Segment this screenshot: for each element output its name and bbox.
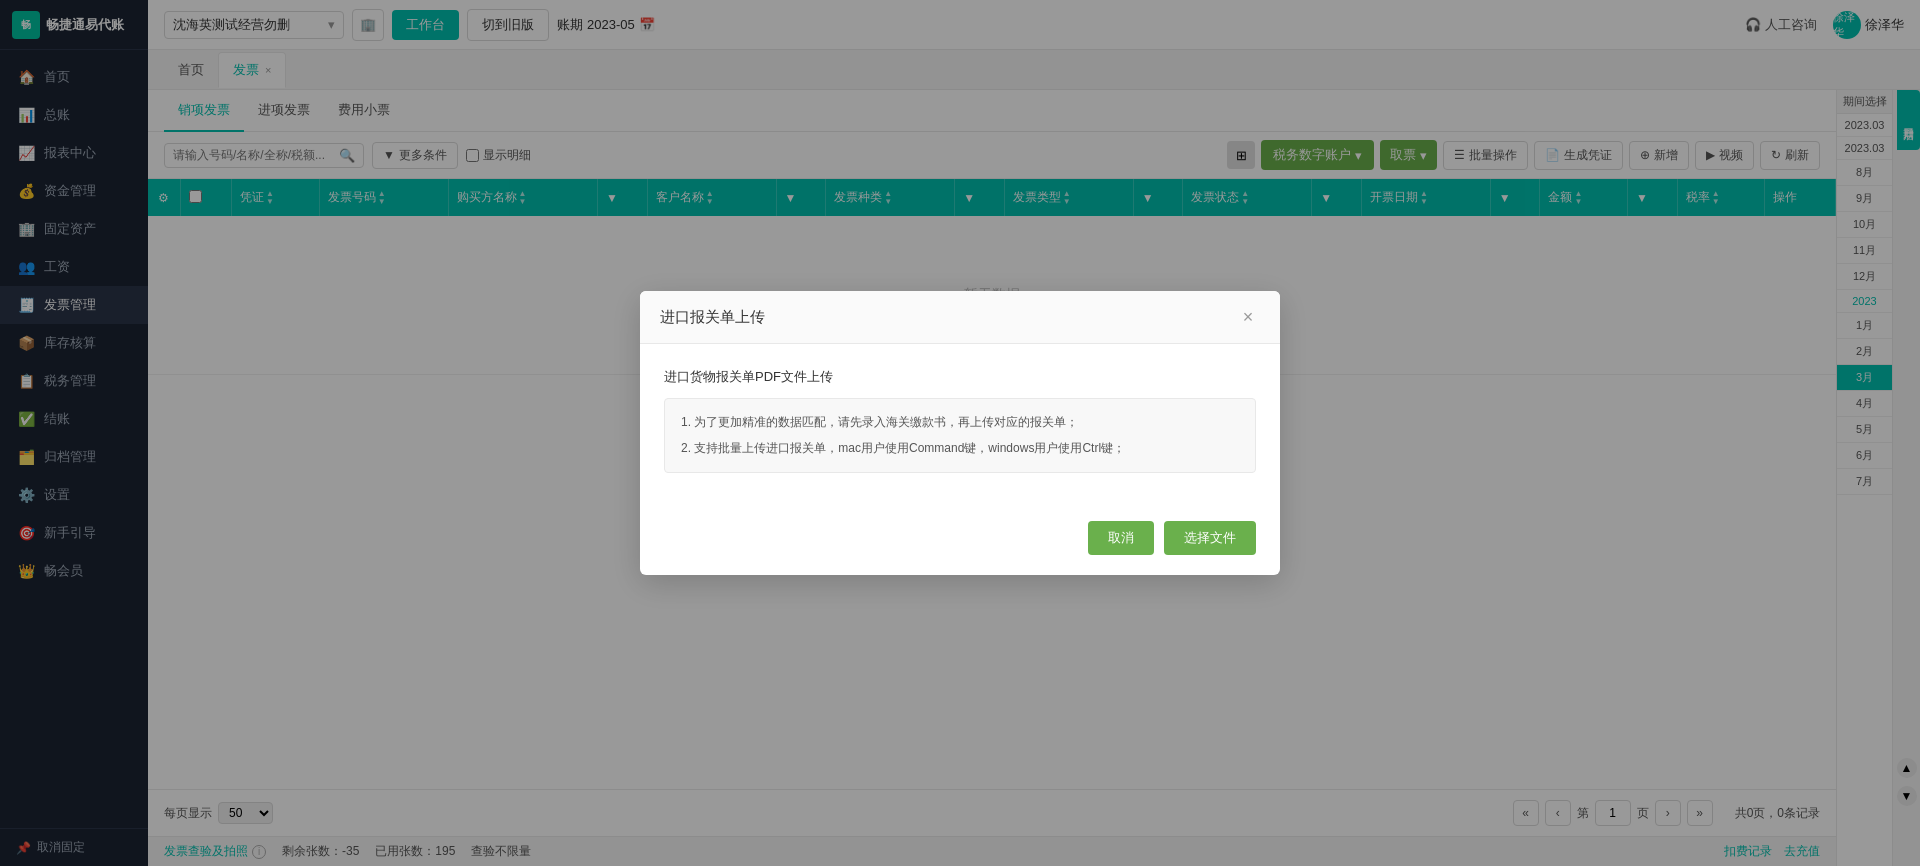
modal-overlay[interactable]: 进口报关单上传 × 进口货物报关单PDF文件上传 1. 为了更加精准的数据匹配，…: [0, 0, 1920, 866]
modal-select-file-button[interactable]: 选择文件: [1164, 521, 1256, 555]
modal-cancel-button[interactable]: 取消: [1088, 521, 1154, 555]
upload-info-item-1: 2. 支持批量上传进口报关单，mac用户使用Command键，windows用户…: [681, 439, 1239, 458]
upload-info-box: 1. 为了更加精准的数据匹配，请先录入海关缴款书，再上传对应的报关单； 2. 支持…: [664, 398, 1256, 472]
modal-close-button[interactable]: ×: [1236, 305, 1260, 329]
import-customs-modal: 进口报关单上传 × 进口货物报关单PDF文件上传 1. 为了更加精准的数据匹配，…: [640, 291, 1280, 574]
modal-footer: 取消 选择文件: [640, 509, 1280, 575]
modal-header: 进口报关单上传 ×: [640, 291, 1280, 344]
modal-title: 进口报关单上传: [660, 308, 765, 327]
upload-section-title: 进口货物报关单PDF文件上传: [664, 368, 1256, 386]
upload-info-item-0: 1. 为了更加精准的数据匹配，请先录入海关缴款书，再上传对应的报关单；: [681, 413, 1239, 432]
modal-body: 进口货物报关单PDF文件上传 1. 为了更加精准的数据匹配，请先录入海关缴款书，…: [640, 344, 1280, 508]
